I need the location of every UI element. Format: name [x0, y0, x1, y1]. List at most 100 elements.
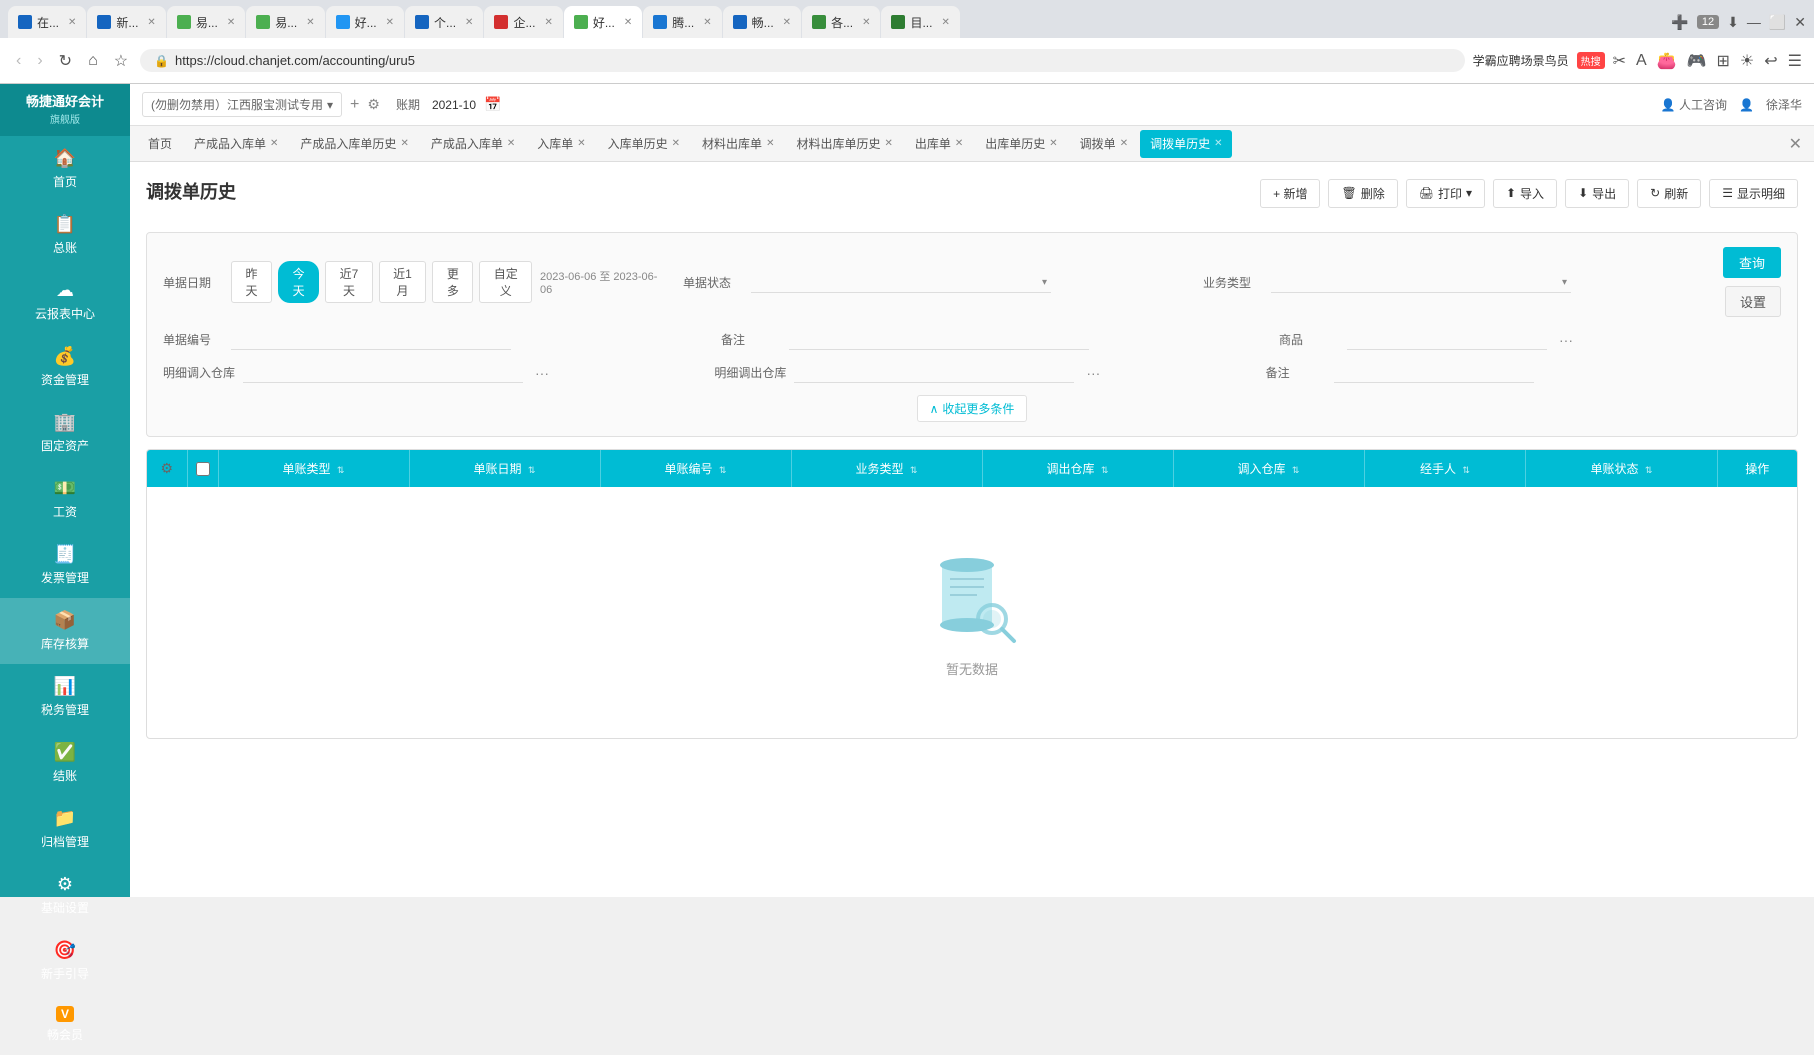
menu-icon[interactable]: ☰ [1788, 51, 1802, 71]
download-icon[interactable]: ⬇ [1727, 14, 1739, 31]
collapse-btn[interactable]: ∧ 收起更多条件 [917, 395, 1028, 422]
minimize-icon[interactable]: — [1747, 14, 1761, 30]
theme-icon[interactable]: ☀ [1740, 51, 1754, 71]
th-number[interactable]: 单账编号 ⇅ [600, 450, 791, 487]
browser-tab-0[interactable]: 在... ✕ [8, 6, 86, 38]
page-tab-6[interactable]: 材料出库单 ✕ [692, 130, 784, 158]
page-tab-4[interactable]: 入库单 ✕ [527, 130, 595, 158]
warehouse-out-input[interactable] [794, 362, 1074, 383]
browser-tab-3[interactable]: 易... ✕ [246, 6, 324, 38]
game-icon[interactable]: 🎮 [1687, 51, 1707, 71]
goods-picker-btn[interactable]: ··· [1559, 332, 1573, 348]
sidebar-item-home[interactable]: 🏠 首页 [0, 136, 130, 202]
sidebar-item-inventory[interactable]: 📦 库存核算 [0, 598, 130, 664]
th-check[interactable] [187, 450, 218, 487]
date-btn-7days[interactable]: 近7天 [325, 261, 373, 303]
page-tab-2-close[interactable]: ✕ [400, 138, 408, 149]
date-btn-1month[interactable]: 近1月 [379, 261, 427, 303]
sidebar-item-invoice[interactable]: 🧾 发票管理 [0, 532, 130, 598]
page-tab-6-close[interactable]: ✕ [766, 138, 774, 149]
note2-input[interactable] [1334, 362, 1534, 383]
column-settings-icon[interactable]: ⚙ [155, 460, 179, 477]
tab-close-0[interactable]: ✕ [68, 17, 76, 28]
tab-close-6[interactable]: ✕ [544, 17, 552, 28]
print-btn[interactable]: 🖨 打印 ▾ [1406, 179, 1485, 208]
th-in-warehouse[interactable]: 调入仓库 ⇅ [1173, 450, 1364, 487]
tab-close-11[interactable]: ✕ [941, 17, 949, 28]
page-tab-1[interactable]: 产成品入库单 ✕ [184, 130, 288, 158]
sidebar-item-archive[interactable]: 📁 归档管理 [0, 796, 130, 862]
page-tab-10-close[interactable]: ✕ [1120, 138, 1128, 149]
warehouse-out-picker-btn[interactable]: ··· [1086, 365, 1100, 381]
goods-input[interactable] [1347, 329, 1547, 350]
browser-tab-10[interactable]: 各... ✕ [802, 6, 880, 38]
new-tab-btn[interactable]: ➕ [1671, 14, 1688, 31]
warehouse-in-input[interactable] [243, 362, 523, 383]
tab-close-7[interactable]: ✕ [624, 17, 632, 28]
page-tab-11[interactable]: 调拨单历史 ✕ [1140, 130, 1232, 158]
sidebar-item-closing[interactable]: ✅ 结账 [0, 730, 130, 796]
th-biztype[interactable]: 业务类型 ⇅ [791, 450, 982, 487]
browser-tab-2[interactable]: 易... ✕ [167, 6, 245, 38]
sidebar-item-assets[interactable]: 🏢 固定资产 [0, 400, 130, 466]
browser-tab-6[interactable]: 企... ✕ [484, 6, 562, 38]
th-out-warehouse[interactable]: 调出仓库 ⇅ [982, 450, 1173, 487]
tab-close-2[interactable]: ✕ [227, 17, 235, 28]
sidebar-item-member[interactable]: V 畅会员 [0, 994, 130, 1055]
tab-close-4[interactable]: ✕ [386, 17, 394, 28]
page-tab-7[interactable]: 材料出库单历史 ✕ [786, 130, 902, 158]
query-btn[interactable]: 查询 [1723, 247, 1781, 278]
select-all-checkbox[interactable] [196, 462, 210, 476]
add-btn[interactable]: + 新增 [1260, 179, 1320, 208]
filter-settings-btn[interactable]: 设置 [1725, 286, 1781, 317]
page-tab-5[interactable]: 入库单历史 ✕ [598, 130, 690, 158]
page-tab-home[interactable]: 首页 [138, 130, 182, 158]
scissors-icon[interactable]: ✂ [1613, 51, 1626, 71]
th-handler[interactable]: 经手人 ⇅ [1364, 450, 1526, 487]
sidebar-item-guide[interactable]: 🎯 新手引导 [0, 928, 130, 994]
browser-tab-4[interactable]: 好... ✕ [326, 6, 404, 38]
browser-tab-9[interactable]: 畅... ✕ [723, 6, 801, 38]
browser-tab-8[interactable]: 腾... ✕ [643, 6, 721, 38]
date-btn-yesterday[interactable]: 昨天 [231, 261, 272, 303]
import-btn[interactable]: ⬆ 导入 [1493, 179, 1557, 208]
page-tab-2[interactable]: 产成品入库单历史 ✕ [290, 130, 418, 158]
warehouse-in-picker-btn[interactable]: ··· [535, 365, 549, 381]
sidebar-item-report[interactable]: ☁ 云报表中心 [0, 268, 130, 334]
date-btn-more[interactable]: 更多 [432, 261, 473, 303]
undo-icon[interactable]: ↩ [1764, 51, 1777, 71]
home-btn[interactable]: ⌂ [84, 48, 102, 74]
th-settings[interactable]: ⚙ [147, 450, 187, 487]
page-tab-4-close[interactable]: ✕ [577, 138, 585, 149]
refresh-btn[interactable]: ↻ [55, 47, 76, 75]
sidebar-item-tax[interactable]: 📊 税务管理 [0, 664, 130, 730]
date-btn-today[interactable]: 今天 [278, 261, 319, 303]
page-tab-5-close[interactable]: ✕ [672, 138, 680, 149]
page-tab-9-close[interactable]: ✕ [1049, 138, 1057, 149]
note-input[interactable] [789, 329, 1089, 350]
close-window-icon[interactable]: ✕ [1794, 14, 1806, 31]
sidebar-item-salary[interactable]: 💵 工资 [0, 466, 130, 532]
bookmark-btn[interactable]: ☆ [110, 47, 132, 75]
sidebar-item-settings[interactable]: ⚙ 基础设置 [0, 862, 130, 928]
th-type[interactable]: 单账类型 ⇅ [218, 450, 409, 487]
tab-close-9[interactable]: ✕ [783, 17, 791, 28]
company-settings-icon[interactable]: ⚙ [367, 96, 380, 113]
th-date[interactable]: 单账日期 ⇅ [409, 450, 600, 487]
page-tab-11-close[interactable]: ✕ [1214, 138, 1222, 149]
sidebar-item-ledger[interactable]: 📋 总账 [0, 202, 130, 268]
back-btn[interactable]: ‹ [12, 48, 25, 74]
close-all-tabs-btn[interactable]: ✕ [1785, 130, 1806, 158]
calendar-icon[interactable]: 📅 [484, 96, 501, 113]
biztype-select[interactable] [1271, 272, 1571, 293]
grid-icon[interactable]: ⊞ [1717, 51, 1730, 71]
tab-close-8[interactable]: ✕ [703, 17, 711, 28]
page-tab-1-close[interactable]: ✕ [270, 138, 278, 149]
translate-icon[interactable]: A [1636, 52, 1647, 70]
page-tab-8-close[interactable]: ✕ [955, 138, 963, 149]
page-tab-10[interactable]: 调拨单 ✕ [1070, 130, 1138, 158]
page-tab-3-close[interactable]: ✕ [507, 138, 515, 149]
browser-tab-11[interactable]: 目... ✕ [881, 6, 959, 38]
user-avatar[interactable]: 👤 [1739, 98, 1754, 112]
forward-btn[interactable]: › [33, 48, 46, 74]
